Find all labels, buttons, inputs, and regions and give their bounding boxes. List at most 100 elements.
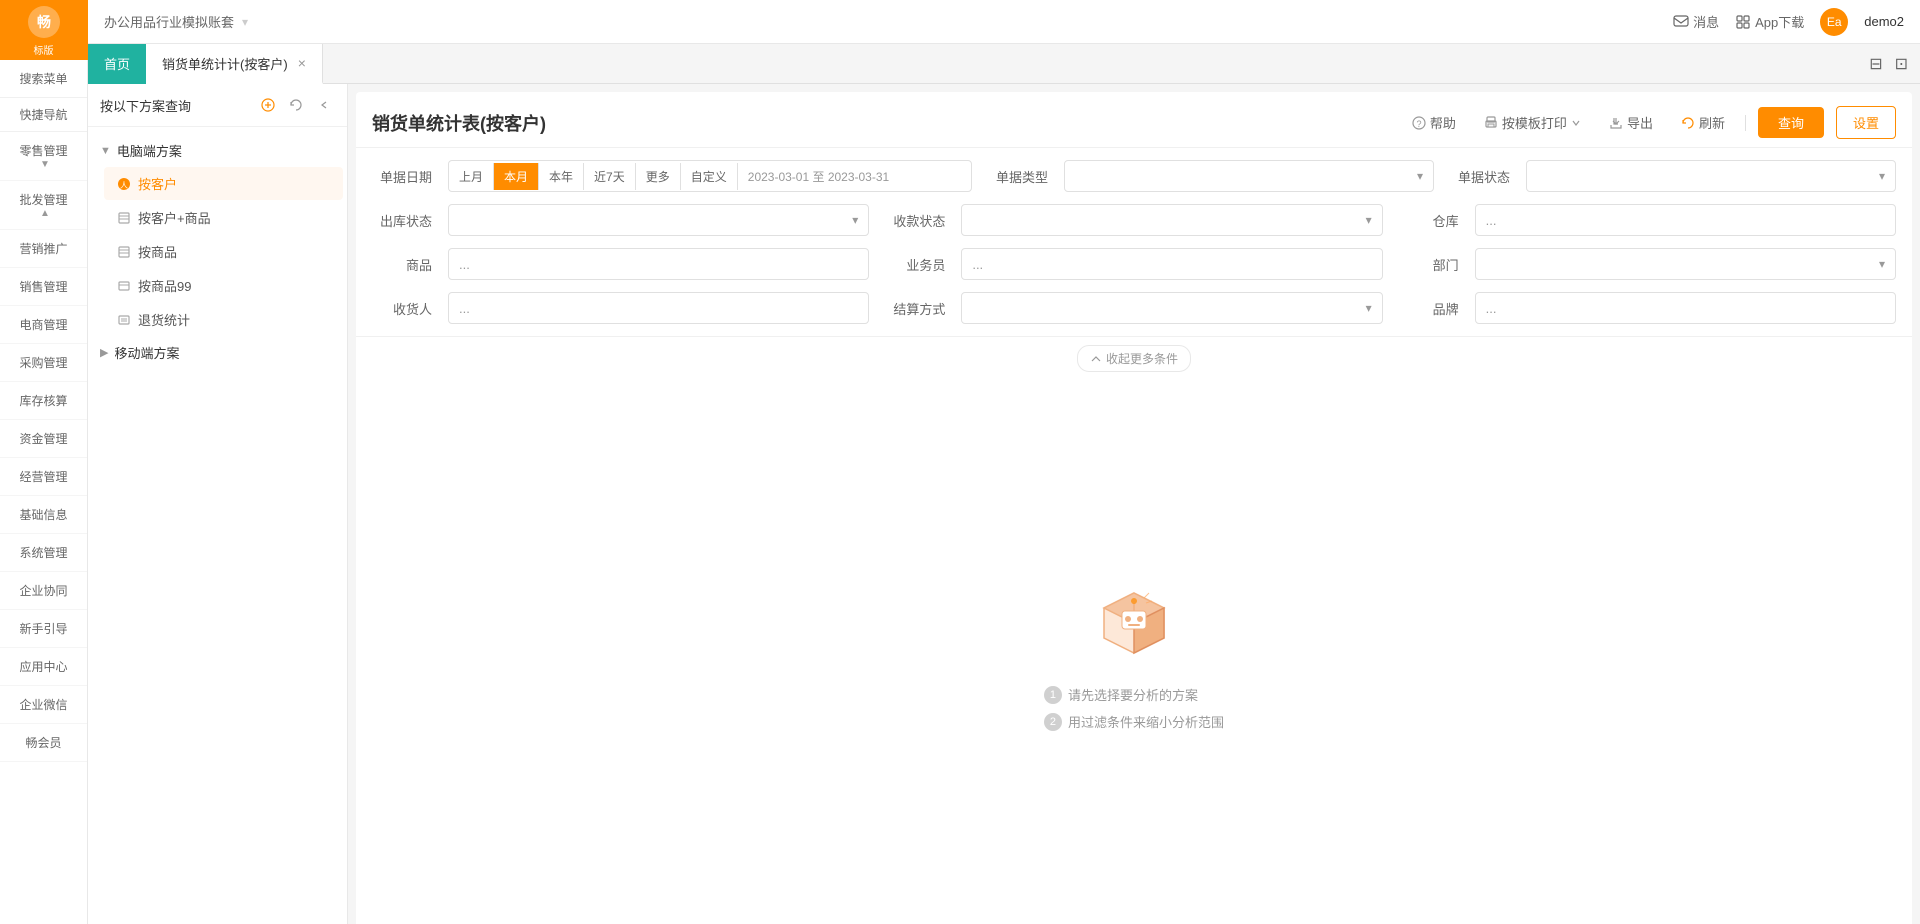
tab-sales-stats[interactable]: 销货单统计计(按客户) ×: [146, 44, 323, 84]
sidebar-item-basic[interactable]: 基础信息: [0, 496, 87, 534]
dept-filter[interactable]: ▾: [1475, 248, 1896, 280]
collect-filter[interactable]: ▾: [961, 204, 1382, 236]
type-filter[interactable]: ▾: [1064, 160, 1434, 192]
page-content: 按以下方案查询: [88, 84, 1920, 924]
sidebar-item-purchase[interactable]: 采购管理: [0, 344, 87, 382]
sidebar-search[interactable]: 搜索菜单: [0, 60, 87, 98]
desktop-tree-items: 人 按客户: [88, 167, 347, 336]
settings-btn[interactable]: 设置: [1836, 106, 1896, 139]
sidebar-item-sales[interactable]: 销售管理: [0, 268, 87, 306]
refresh-label: 刷新: [1699, 113, 1725, 132]
staff-label: 业务员: [885, 255, 945, 274]
basic-label: 基础信息: [19, 508, 67, 522]
quick-nav[interactable]: 快捷导航: [0, 98, 87, 132]
collapse-panel-btn[interactable]: [313, 94, 335, 116]
sidebar-item-ecommerce[interactable]: 电商管理: [0, 306, 87, 344]
desktop-group-arrow: ▼: [100, 145, 111, 157]
date-range-display: 2023-03-01 至 2023-03-31: [738, 163, 971, 190]
system-label: 系统管理: [19, 546, 67, 560]
settlement-label: 结算方式: [885, 299, 945, 318]
app-download-btn[interactable]: App下载: [1735, 12, 1804, 31]
main-area: 办公用品行业模拟账套 ▾ 消息 App下载: [88, 0, 1920, 924]
refresh-btn[interactable]: 刷新: [1673, 109, 1733, 136]
tab-home[interactable]: 首页: [88, 44, 146, 84]
tree-item-customer-product[interactable]: 按客户+商品: [104, 201, 343, 234]
tabs-bar: 首页 销货单统计计(按客户) × ⊟ ⊡: [88, 44, 1920, 84]
date-btn-this-year[interactable]: 本年: [539, 163, 584, 190]
brand-filter[interactable]: ...: [1475, 292, 1896, 324]
collapse-up-icon: [1090, 353, 1102, 365]
inventory-label: 库存核算: [19, 394, 67, 408]
search-menu-label[interactable]: 搜索菜单: [19, 72, 67, 86]
print-label: 按模板打印: [1502, 113, 1567, 132]
tree-item-by-customer[interactable]: 人 按客户: [104, 167, 343, 200]
help-btn[interactable]: ? 帮助: [1404, 109, 1464, 136]
message-btn[interactable]: 消息: [1673, 12, 1719, 31]
logo: 畅 标版: [0, 0, 88, 60]
date-btn-custom[interactable]: 自定义: [681, 163, 738, 190]
tree-group-mobile-header[interactable]: ▶ 移动端方案: [88, 337, 347, 368]
tree-item-product99[interactable]: 按商品99: [104, 269, 343, 302]
return-stats-icon: [116, 312, 132, 328]
goods-filter[interactable]: ...: [448, 248, 869, 280]
sidebar-item-wechat[interactable]: 企业微信: [0, 686, 87, 724]
staff-filter[interactable]: ...: [961, 248, 1382, 280]
date-label: 单据日期: [372, 167, 432, 186]
date-btn-more[interactable]: 更多: [636, 163, 681, 190]
date-btn-last-month[interactable]: 上月: [449, 163, 494, 190]
message-label: 消息: [1693, 12, 1719, 31]
add-scheme-btn[interactable]: [257, 94, 279, 116]
tip-num-1: 1: [1044, 686, 1062, 704]
sidebar-item-retail[interactable]: 零售管理 ▼: [0, 132, 87, 181]
receiver-filter[interactable]: ...: [448, 292, 869, 324]
export-btn[interactable]: 导出: [1601, 109, 1661, 136]
empty-illustration: [1084, 573, 1184, 673]
print-btn[interactable]: 按模板打印: [1476, 109, 1589, 136]
mobile-group-arrow: ▶: [100, 346, 108, 359]
breadcrumb-arrow-icon: ▾: [242, 15, 248, 29]
tab-minimize-btn[interactable]: ⊟: [1865, 54, 1886, 74]
help-icon: ?: [1412, 116, 1426, 130]
filter-row-2: 出库状态 ▾ 收款状态 ▾ 仓库 ...: [372, 204, 1896, 236]
collapse-filter-btn[interactable]: 收起更多条件: [1077, 345, 1191, 372]
tree-group-desktop: ▼ 电脑端方案 人 按客户: [88, 135, 347, 336]
avatar: Ea: [1820, 8, 1848, 36]
left-panel: 按以下方案查询: [88, 84, 348, 924]
customer-product-icon: [116, 210, 132, 226]
app-download-icon: [1735, 14, 1751, 30]
tab-close-btn[interactable]: ×: [298, 55, 306, 71]
sidebar-item-marketing[interactable]: 营销推广: [0, 230, 87, 268]
settlement-filter[interactable]: ▾: [961, 292, 1382, 324]
sidebar-item-finance[interactable]: 资金管理: [0, 420, 87, 458]
tree-group-desktop-header[interactable]: ▼ 电脑端方案: [88, 135, 347, 166]
empty-tip-1: 1 请先选择要分析的方案: [1044, 685, 1224, 704]
sidebar: 畅 标版 搜索菜单 快捷导航 零售管理 ▼ 批发管理 ▲ 营销推广 销售管理 电…: [0, 0, 88, 924]
type-label: 单据类型: [988, 167, 1048, 186]
tree-item-return-stats[interactable]: 退货统计: [104, 303, 343, 336]
svg-text:畅: 畅: [37, 14, 51, 30]
date-btn-this-month[interactable]: 本月: [494, 163, 539, 190]
sidebar-item-inventory[interactable]: 库存核算: [0, 382, 87, 420]
query-btn[interactable]: 查询: [1758, 107, 1824, 138]
out-filter[interactable]: ▾: [448, 204, 869, 236]
sidebar-item-operations[interactable]: 经营管理: [0, 458, 87, 496]
svg-text:?: ?: [1416, 119, 1421, 129]
username-label: demo2: [1864, 14, 1904, 29]
sidebar-item-appcenter[interactable]: 应用中心: [0, 648, 87, 686]
sidebar-item-system[interactable]: 系统管理: [0, 534, 87, 572]
status-filter[interactable]: ▾: [1526, 160, 1896, 192]
sidebar-item-corp[interactable]: 企业协同: [0, 572, 87, 610]
sidebar-item-member[interactable]: 畅会员: [0, 724, 87, 762]
warehouse-filter[interactable]: ...: [1475, 204, 1896, 236]
empty-state: 1 请先选择要分析的方案 2 用过滤条件来缩小分析范围: [356, 380, 1912, 924]
filter-row-1: 单据日期 上月 本月 本年 近7天 更多 自定义 2023-03-01 至 20…: [372, 160, 1896, 192]
date-btn-7days[interactable]: 近7天: [584, 163, 636, 190]
sidebar-item-newbie[interactable]: 新手引导: [0, 610, 87, 648]
tab-maximize-btn[interactable]: ⊡: [1891, 54, 1912, 74]
appcenter-label: 应用中心: [19, 660, 67, 674]
wholesale-label: 批发管理: [19, 191, 67, 208]
tree-item-by-product[interactable]: 按商品: [104, 235, 343, 268]
sidebar-item-wholesale[interactable]: 批发管理 ▲: [0, 181, 87, 230]
by-product-icon: [116, 244, 132, 260]
refresh-scheme-btn[interactable]: [285, 94, 307, 116]
